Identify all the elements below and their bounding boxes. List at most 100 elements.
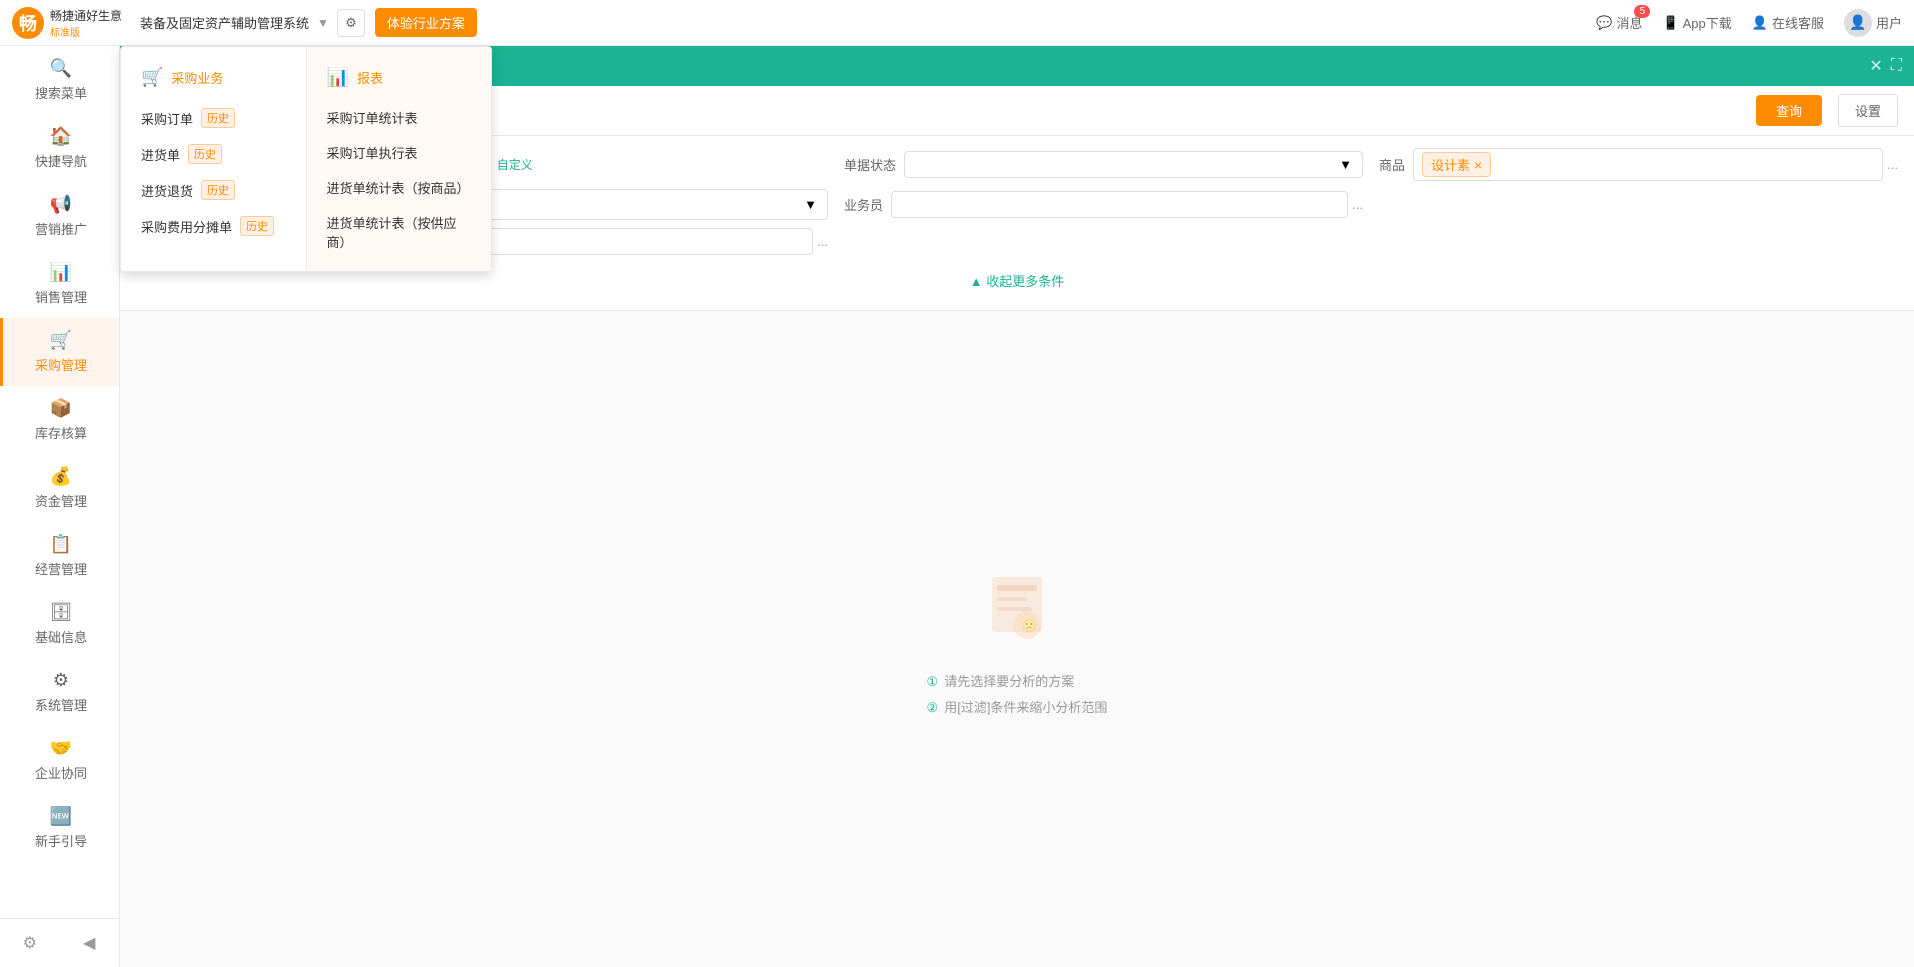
sidebar-item-marketing[interactable]: 📢 营销推广 (0, 182, 119, 250)
empty-tip-1: ① 请先选择要分析的方案 (927, 669, 1108, 695)
purchase-item-0[interactable]: 采购订单历史 (121, 100, 306, 136)
status-label: 单据状态 (844, 155, 896, 174)
history-badge-3: 历史 (240, 216, 274, 236)
history-badge-1: 历史 (188, 144, 222, 164)
salesman-input[interactable] (891, 191, 1348, 218)
goods-input-area: 设计素 × ... (1413, 148, 1898, 181)
report-item-label-2: 进货单统计表（按商品） (327, 178, 470, 197)
main-content: 😕 ① 请先选择要分析的方案 ② 用[过滤]条件来缩小分析范围 (120, 311, 1914, 967)
purchase-items: 采购订单历史进货单历史进货退货历史采购费用分摊单历史 (121, 100, 306, 244)
dropdown-purchase-col: 🛒 采购业务 采购订单历史进货单历史进货退货历史采购费用分摊单历史 (121, 47, 307, 271)
purchase-item-label-2: 进货退货 (141, 181, 193, 200)
sidebar-item-search[interactable]: 🔍 搜索菜单 (0, 46, 119, 114)
bullet-2: ② (927, 695, 939, 721)
sidebar-item-purchase[interactable]: 🛒 采购管理 (0, 318, 119, 386)
sidebar-item-basic[interactable]: 🗄 基础信息 (0, 590, 119, 658)
message-button[interactable]: 💬 消息 5 (1596, 13, 1642, 32)
sidebar-icon-cooperation: 🤝 (50, 738, 72, 759)
report-item-2[interactable]: 进货单统计表（按商品） (307, 170, 492, 205)
maximize-button[interactable]: ⛶ (1891, 57, 1902, 75)
purchase-item-2[interactable]: 进货退货历史 (121, 172, 306, 208)
salesman-input-area: ... (891, 191, 1363, 218)
system-title: 装备及固定资产辅助管理系统 (140, 13, 309, 32)
goods-tags-area: 设计素 × (1413, 148, 1883, 181)
sidebar-collapse-button[interactable]: ◀ (60, 927, 120, 959)
sidebar-item-quick[interactable]: 🏠 快捷导航 (0, 114, 119, 182)
purchase-item-label-3: 采购费用分摊单 (141, 217, 232, 236)
sidebar-label-inventory: 库存核算 (35, 423, 87, 442)
service-icon: 👤 (1752, 15, 1768, 31)
empty-state: 😕 ① 请先选择要分析的方案 ② 用[过滤]条件来缩小分析范围 (927, 557, 1108, 721)
set-button[interactable]: 设置 (1838, 94, 1898, 127)
sidebar-label-guide: 新手引导 (35, 831, 87, 850)
dropdown-purchase-header: 🛒 采购业务 (121, 59, 306, 100)
user-label: 用户 (1876, 13, 1902, 32)
sidebar-settings-button[interactable]: ⚙ (0, 927, 60, 959)
sidebar-label-basic: 基础信息 (35, 627, 87, 646)
sidebar-icon-purchase: 🛒 (50, 330, 72, 351)
sidebar-label-search: 搜索菜单 (35, 83, 87, 102)
sidebar-item-sales[interactable]: 📊 销售管理 (0, 250, 119, 318)
goods-filter: 商品 设计素 × ... (1379, 148, 1898, 181)
system-title-arrow[interactable]: ▼ (317, 16, 329, 30)
message-icon: 💬 (1596, 15, 1612, 31)
history-badge-0: 历史 (201, 108, 235, 128)
report-item-3[interactable]: 进货单统计表（按供应商） (307, 205, 492, 259)
sidebar-item-finance[interactable]: 💰 资金管理 (0, 454, 119, 522)
goods-label: 商品 (1379, 155, 1405, 174)
salesman-more-btn[interactable]: ... (1352, 197, 1363, 212)
rank-arrow: ▼ (804, 197, 817, 212)
sidebar-item-guide[interactable]: 🆕 新手引导 (0, 794, 119, 862)
sidebar-item-cooperation[interactable]: 🤝 企业协同 (0, 726, 119, 794)
empty-tips: ① 请先选择要分析的方案 ② 用[过滤]条件来缩小分析范围 (927, 669, 1108, 721)
sidebar-item-system[interactable]: ⚙ 系统管理 (0, 658, 119, 726)
purchase-item-1[interactable]: 进货单历史 (121, 136, 306, 172)
sidebar-icon-guide: 🆕 (50, 806, 72, 827)
sidebar-label-quick: 快捷导航 (35, 151, 87, 170)
sidebar-items: 🔍 搜索菜单 🏠 快捷导航 📢 营销推广 📊 销售管理 🛒 采购管理 📦 库存核… (0, 46, 119, 862)
purchase-header-icon: 🛒 (141, 67, 163, 88)
online-service-button[interactable]: 👤 在线客服 (1752, 13, 1824, 32)
sidebar-label-cooperation: 企业协同 (35, 763, 87, 782)
status-arrow: ▼ (1339, 157, 1352, 172)
query-button[interactable]: 查询 (1756, 95, 1822, 126)
gear-icon: ⚙ (345, 15, 357, 31)
svg-text:😕: 😕 (1021, 618, 1037, 633)
sidebar-item-inventory[interactable]: 📦 库存核算 (0, 386, 119, 454)
sidebar-icon-system: ⚙ (53, 670, 69, 691)
goods-more-btn[interactable]: ... (1887, 157, 1898, 172)
history-badge-2: 历史 (201, 180, 235, 200)
logo-text-area: 畅捷通好生意 标准版 (50, 7, 122, 39)
purchase-item-3[interactable]: 采购费用分摊单历史 (121, 208, 306, 244)
industry-button[interactable]: 体验行业方案 (375, 8, 477, 37)
tab-bar-right: ✕ ⛶ (1869, 56, 1914, 76)
sidebar-icon-operation: 📋 (50, 534, 72, 555)
goods-tag-close[interactable]: × (1474, 157, 1482, 173)
sidebar-icon-search: 🔍 (50, 58, 72, 79)
collapse-icon: ▲ (970, 274, 983, 289)
logo-badge: 标准版 (50, 24, 122, 39)
report-item-1[interactable]: 采购订单执行表 (307, 135, 492, 170)
empty-illustration: 😕 (967, 557, 1067, 657)
phone-icon: 📱 (1662, 15, 1678, 31)
status-select[interactable]: ▼ (904, 151, 1363, 178)
app-download-button[interactable]: 📱 App下载 (1662, 13, 1731, 32)
report-header-icon: 📊 (327, 67, 349, 88)
header-right: 💬 消息 5 📱 App下载 👤 在线客服 👤 用户 (1596, 9, 1902, 37)
logo-text: 畅捷通好生意 (50, 7, 122, 24)
customer-more-btn[interactable]: ... (817, 234, 828, 249)
sidebar-icon-inventory: 📦 (50, 398, 72, 419)
sidebar: 🔍 搜索菜单 🏠 快捷导航 📢 营销推广 📊 销售管理 🛒 采购管理 📦 库存核… (0, 46, 120, 967)
dropdown-report-header: 📊 报表 (307, 59, 492, 100)
report-item-label-1: 采购订单执行表 (327, 143, 418, 162)
report-item-label-0: 采购订单统计表 (327, 108, 418, 127)
sidebar-item-operation[interactable]: 📋 经营管理 (0, 522, 119, 590)
dropdown-report-col: 📊 报表 采购订单统计表采购订单执行表进货单统计表（按商品） 进货单统计表（按供应… (307, 47, 492, 271)
report-item-0[interactable]: 采购订单统计表 (307, 100, 492, 135)
date-custom-btn[interactable]: 自定义 (497, 156, 533, 173)
settings-button[interactable]: ⚙ (337, 9, 365, 37)
user-area[interactable]: 👤 用户 (1844, 9, 1902, 37)
close-window-button[interactable]: ✕ (1869, 56, 1882, 76)
status-filter: 单据状态 ▼ (844, 151, 1363, 178)
sidebar-label-finance: 资金管理 (35, 491, 87, 510)
